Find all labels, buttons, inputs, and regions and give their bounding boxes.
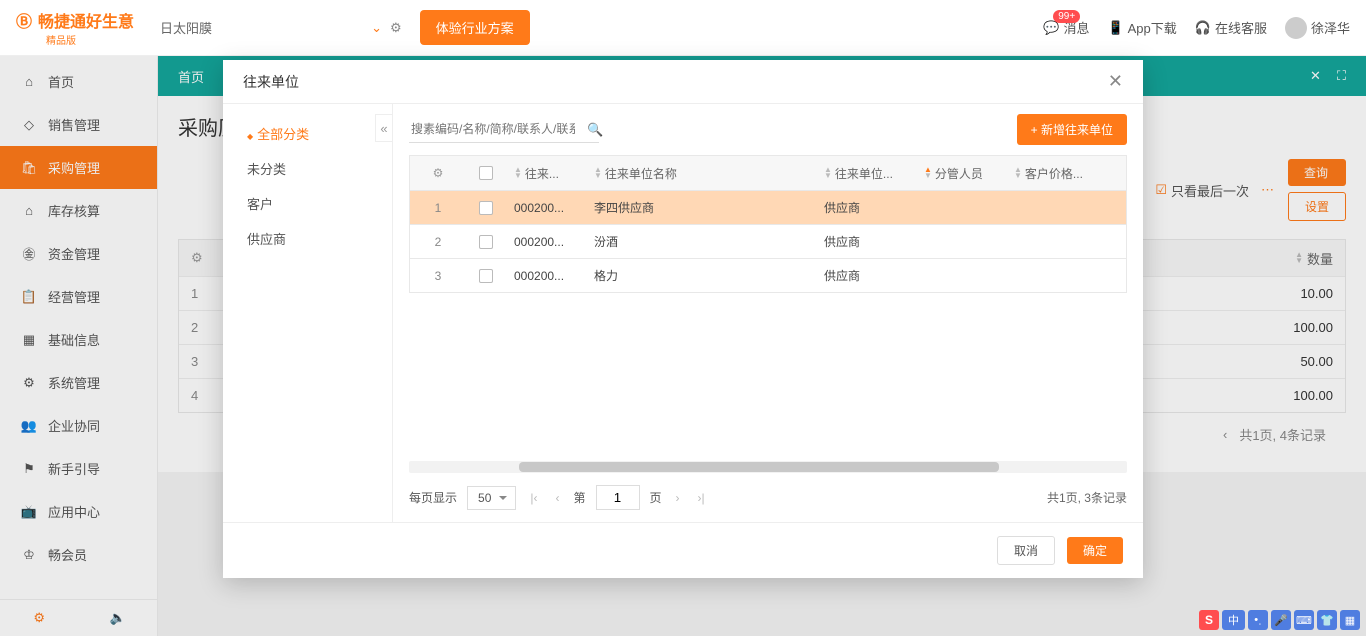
row-price (1006, 225, 1126, 258)
row-type: 供应商 (816, 191, 916, 224)
gear-icon[interactable]: ⚙ (390, 20, 402, 36)
col-code: 往来... (525, 165, 559, 182)
message-badge: 99+ (1053, 10, 1080, 23)
modal-title: 往来单位 (243, 72, 299, 92)
row-type: 供应商 (816, 225, 916, 258)
sort-icon[interactable]: ▲▼ (514, 167, 522, 179)
col-type: 往来单位... (835, 165, 893, 182)
sort-icon[interactable]: ▲▼ (924, 167, 932, 179)
ime-tools-icon[interactable]: ▦ (1340, 610, 1360, 630)
row-index: 2 (410, 225, 466, 258)
support-button[interactable]: 🎧在线客服 (1195, 18, 1267, 37)
tenant-select[interactable]: 日太阳膜 ⌄ (160, 18, 390, 37)
ok-button[interactable]: 确定 (1067, 537, 1123, 564)
avatar (1285, 17, 1307, 39)
page-input[interactable] (596, 485, 640, 510)
grid-row[interactable]: 1 000200... 李四供应商 供应商 (409, 191, 1127, 225)
sort-icon[interactable]: ▲▼ (594, 167, 602, 179)
ime-logo-icon[interactable]: S (1199, 610, 1219, 630)
user-menu[interactable]: 徐泽华 (1285, 17, 1350, 39)
page-first-icon[interactable]: |‹ (526, 491, 541, 505)
add-partner-button[interactable]: + 新增往来单位 (1017, 114, 1127, 145)
category-pane: « 全部分类 未分类 客户 供应商 (223, 104, 393, 522)
col-mgr: 分管人员 (935, 165, 983, 182)
brand-text: 畅捷通好生意 (38, 8, 134, 32)
ime-skin-icon[interactable]: 👕 (1317, 610, 1337, 630)
messages-button[interactable]: 💬 99+ 消息 (1043, 18, 1089, 37)
modal-pagination: 每页显示 50 |‹ ‹ 第 页 › ›| 共1页, 3条记录 (393, 473, 1143, 522)
tenant-name: 日太阳膜 (160, 18, 212, 37)
phone-icon: 📱 (1107, 20, 1123, 36)
try-plan-button[interactable]: 体验行业方案 (420, 10, 530, 45)
download-button[interactable]: 📱App下载 (1107, 18, 1176, 37)
sort-icon[interactable]: ▲▼ (824, 167, 832, 179)
row-checkbox[interactable] (479, 269, 493, 283)
page-label: 第 (574, 489, 586, 506)
search-input[interactable] (409, 116, 599, 143)
col-name: 往来单位名称 (605, 165, 677, 182)
cat-supplier[interactable]: 供应商 (243, 221, 392, 256)
row-code: 000200... (506, 225, 586, 258)
partner-modal: 往来单位 ✕ « 全部分类 未分类 客户 供应商 🔍 + 新增往来单位 ⚙ ▲▼… (223, 60, 1143, 578)
row-index: 3 (410, 259, 466, 292)
page-last-icon[interactable]: ›| (694, 491, 709, 505)
row-name: 李四供应商 (586, 191, 816, 224)
row-code: 000200... (506, 191, 586, 224)
gear-icon[interactable]: ⚙ (433, 166, 444, 180)
pagination-summary: 共1页, 3条记录 (1047, 489, 1127, 506)
brand-icon: Ⓑ (16, 8, 32, 32)
per-page-label: 每页显示 (409, 489, 457, 506)
page-next-icon[interactable]: › (672, 491, 684, 505)
row-checkbox[interactable] (479, 235, 493, 249)
col-price: 客户价格... (1025, 165, 1083, 182)
brand: Ⓑ畅捷通好生意 精品版 (16, 8, 156, 47)
ime-punct-icon[interactable]: •ˌ (1248, 610, 1268, 630)
top-header: Ⓑ畅捷通好生意 精品版 日太阳膜 ⌄ ⚙ 体验行业方案 💬 99+ 消息 📱Ap… (0, 0, 1366, 56)
ime-keyboard-icon[interactable]: ⌨ (1294, 610, 1314, 630)
row-mgr (916, 225, 1006, 258)
grid-header: ⚙ ▲▼往来... ▲▼往来单位名称 ▲▼往来单位... ▲▼分管人员 ▲▼客户… (409, 155, 1127, 191)
ime-lang-button[interactable]: 中 (1222, 610, 1245, 630)
ime-toolbar: S 中 •ˌ 🎤 ⌨ 👕 ▦ (1199, 610, 1360, 630)
row-index: 1 (410, 191, 466, 224)
row-type: 供应商 (816, 259, 916, 292)
cat-uncat[interactable]: 未分类 (243, 151, 392, 186)
headset-icon: 🎧 (1195, 20, 1211, 36)
per-page-select[interactable]: 50 (467, 486, 516, 510)
collapse-icon[interactable]: « (375, 114, 393, 142)
row-name: 格力 (586, 259, 816, 292)
chevron-down-icon: ⌄ (371, 20, 382, 36)
page-prev-icon[interactable]: ‹ (552, 491, 564, 505)
cat-all[interactable]: 全部分类 (243, 116, 392, 151)
row-checkbox[interactable] (479, 201, 493, 215)
row-name: 汾酒 (586, 225, 816, 258)
search-icon[interactable]: 🔍 (587, 122, 603, 138)
close-icon[interactable]: ✕ (1108, 71, 1123, 92)
row-mgr (916, 191, 1006, 224)
row-price (1006, 259, 1126, 292)
ime-mic-icon[interactable]: 🎤 (1271, 610, 1291, 630)
row-code: 000200... (506, 259, 586, 292)
page-label: 页 (650, 489, 662, 506)
select-all-checkbox[interactable] (479, 166, 493, 180)
brand-sub: 精品版 (46, 32, 156, 47)
row-price (1006, 191, 1126, 224)
horizontal-scrollbar[interactable] (409, 461, 1127, 473)
scrollbar-thumb[interactable] (519, 462, 999, 472)
cancel-button[interactable]: 取消 (997, 536, 1055, 565)
sort-icon[interactable]: ▲▼ (1014, 167, 1022, 179)
grid-row[interactable]: 3 000200... 格力 供应商 (409, 259, 1127, 293)
grid-row[interactable]: 2 000200... 汾酒 供应商 (409, 225, 1127, 259)
row-mgr (916, 259, 1006, 292)
cat-customer[interactable]: 客户 (243, 186, 392, 221)
